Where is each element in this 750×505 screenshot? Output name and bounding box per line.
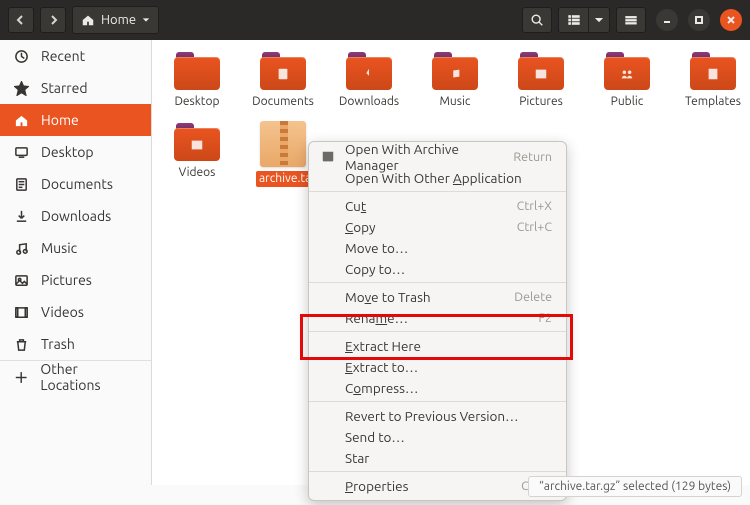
ctx-move-trash[interactable]: Move to TrashDelete [309, 286, 566, 307]
ctx-separator [309, 401, 566, 402]
sidebar-item-label: Pictures [41, 272, 92, 288]
breadcrumb-label: Home [101, 13, 136, 27]
folder-label: Music [437, 94, 474, 109]
sidebar-item-home[interactable]: Home [0, 104, 151, 136]
folder-label: Pictures [516, 94, 566, 109]
sidebar-item-documents[interactable]: Documents [0, 168, 151, 200]
sidebar-item-label: Music [41, 240, 77, 256]
ctx-separator [309, 331, 566, 332]
sidebar-item-starred[interactable]: Starred [0, 72, 151, 104]
ctx-extract-here[interactable]: Extract Here [309, 335, 566, 356]
ctx-revert[interactable]: Revert to Previous Version… [309, 405, 566, 426]
sidebar-item-label: Home [41, 112, 79, 128]
archive-icon [260, 121, 306, 167]
folder-music[interactable]: Music [428, 50, 482, 109]
ctx-star[interactable]: Star [309, 447, 566, 468]
sidebar-item-trash[interactable]: Trash [0, 328, 151, 360]
breadcrumb[interactable]: Home [72, 6, 159, 34]
sidebar-item-recent[interactable]: Recent [0, 40, 151, 72]
minimize-button[interactable] [656, 9, 678, 31]
folder-label: Videos [176, 165, 219, 180]
ctx-open-archive-manager[interactable]: Open With Archive ManagerReturn [309, 146, 566, 167]
folder-label: Public [608, 94, 647, 109]
ctx-separator [309, 282, 566, 283]
sidebar-item-label: Desktop [41, 144, 94, 160]
sidebar-item-label: Other Locations [40, 361, 137, 393]
folder-pictures[interactable]: Pictures [514, 50, 568, 109]
close-button[interactable] [720, 9, 742, 31]
ctx-send-to[interactable]: Send to… [309, 426, 566, 447]
folder-desktop[interactable]: Desktop [170, 50, 224, 109]
ctx-separator [309, 471, 566, 472]
folder-downloads[interactable]: Downloads [342, 50, 396, 109]
back-button[interactable] [8, 7, 34, 33]
maximize-button[interactable] [688, 9, 710, 31]
ctx-copy-to[interactable]: Copy to… [309, 258, 566, 279]
folder-documents[interactable]: Documents [256, 50, 310, 109]
status-bar: “archive.tar.gz” selected (129 bytes) [528, 476, 742, 497]
ctx-open-other-app[interactable]: Open With Other Application [309, 167, 566, 188]
home-icon [81, 13, 95, 27]
view-dropdown-button[interactable] [588, 7, 610, 33]
ctx-extract-to[interactable]: Extract to… [309, 356, 566, 377]
folder-videos[interactable]: Videos [170, 121, 224, 187]
sidebar-item-downloads[interactable]: Downloads [0, 200, 151, 232]
ctx-compress[interactable]: Compress… [309, 377, 566, 398]
folder-public[interactable]: Public [600, 50, 654, 109]
sidebar-item-pictures[interactable]: Pictures [0, 264, 151, 296]
ctx-move-to[interactable]: Move to… [309, 237, 566, 258]
folder-templates[interactable]: Templates [686, 50, 740, 109]
context-menu: Open With Archive ManagerReturn Open Wit… [308, 141, 567, 501]
sidebar-item-label: Downloads [41, 208, 111, 224]
sidebar-item-videos[interactable]: Videos [0, 296, 151, 328]
hamburger-button[interactable] [616, 7, 646, 33]
sidebar-item-label: Documents [41, 176, 113, 192]
titlebar: Home [0, 0, 750, 40]
file-label: archive.tar.gz [256, 171, 310, 187]
sidebar-item-label: Trash [41, 336, 75, 352]
sidebar-item-label: Recent [41, 48, 85, 64]
ctx-copy[interactable]: CopyCtrl+C [309, 216, 566, 237]
folder-label: Templates [682, 94, 744, 109]
sidebar-item-label: Videos [41, 304, 84, 320]
sidebar: Recent Starred Home Desktop Documents Do… [0, 40, 152, 485]
folder-label: Desktop [171, 94, 222, 109]
ctx-rename[interactable]: Rename…F2 [309, 307, 566, 328]
folder-label: Documents [249, 94, 317, 109]
sidebar-item-label: Starred [41, 80, 88, 96]
folder-label: Downloads [336, 94, 402, 109]
list-view-button[interactable] [558, 7, 588, 33]
sidebar-item-other-locations[interactable]: Other Locations [0, 361, 151, 393]
search-button[interactable] [522, 7, 552, 33]
view-mode-split [558, 7, 610, 33]
sidebar-item-desktop[interactable]: Desktop [0, 136, 151, 168]
ctx-separator [309, 191, 566, 192]
file-archive[interactable]: archive.tar.gz [256, 121, 310, 187]
chevron-down-icon [142, 16, 150, 24]
ctx-cut[interactable]: CutCtrl+X [309, 195, 566, 216]
sidebar-item-music[interactable]: Music [0, 232, 151, 264]
forward-button[interactable] [40, 7, 66, 33]
archive-icon [321, 150, 335, 164]
